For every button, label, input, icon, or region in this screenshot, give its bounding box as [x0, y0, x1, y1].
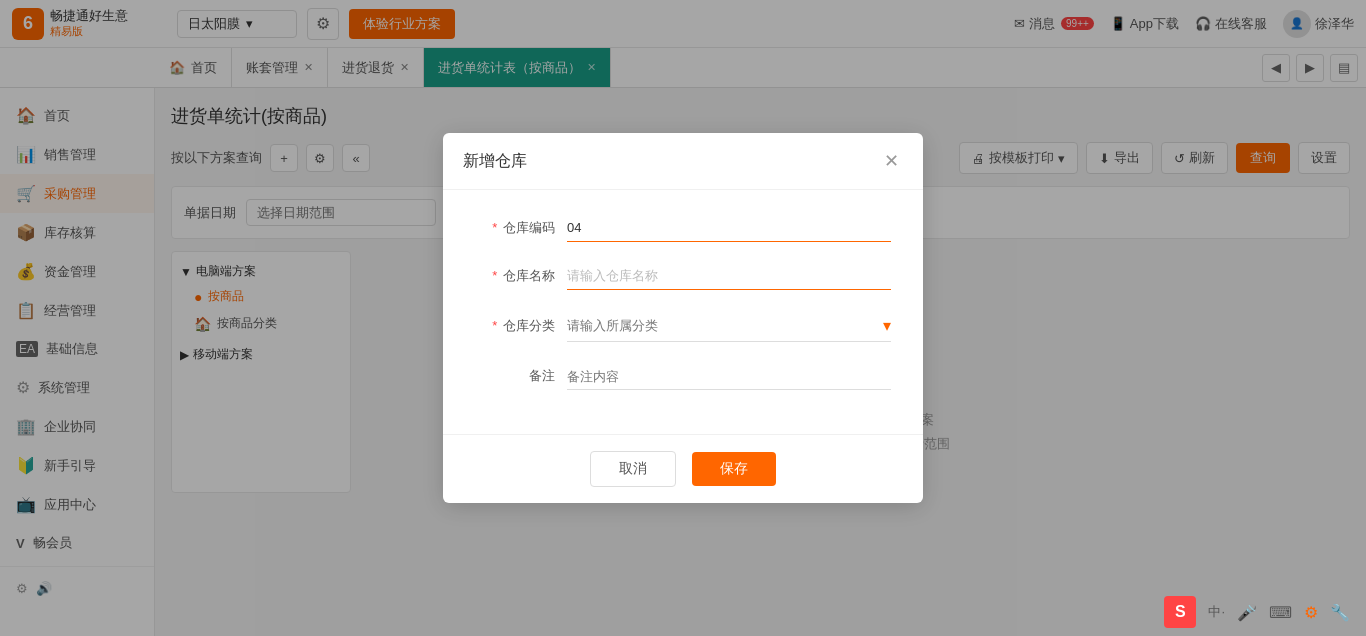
new-warehouse-modal: 新增仓库 ✕ * 仓库编码 * 仓库名称: [443, 133, 923, 503]
zh-button[interactable]: 中·: [1208, 603, 1225, 621]
name-field-row: * 仓库名称: [475, 262, 891, 290]
remark-label: 备注: [475, 367, 555, 385]
required-star-3: *: [492, 318, 497, 333]
bottom-bar: S 中· 🎤 ⌨ ⚙ 🔧: [1148, 588, 1366, 636]
warehouse-code-input[interactable]: [567, 214, 891, 242]
code-label: * 仓库编码: [475, 219, 555, 237]
modal-header: 新增仓库 ✕: [443, 133, 923, 190]
modal-overlay[interactable]: 新增仓库 ✕ * 仓库编码 * 仓库名称: [0, 0, 1366, 636]
warehouse-name-input[interactable]: [567, 262, 891, 290]
category-select-wrap[interactable]: ▾: [567, 310, 891, 342]
category-label: * 仓库分类: [475, 317, 555, 335]
name-label: * 仓库名称: [475, 267, 555, 285]
remark-textarea[interactable]: [567, 362, 891, 390]
dropdown-arrow-icon: ▾: [883, 316, 891, 335]
modal-footer: 取消 保存: [443, 434, 923, 503]
modal-close-button[interactable]: ✕: [879, 149, 903, 173]
cancel-button[interactable]: 取消: [590, 451, 676, 487]
settings-icon[interactable]: ⚙: [1304, 603, 1318, 622]
modal-body: * 仓库编码 * 仓库名称 * 仓库分类: [443, 190, 923, 434]
save-button[interactable]: 保存: [692, 452, 776, 486]
required-star-2: *: [492, 268, 497, 283]
keyboard-icon[interactable]: ⌨: [1269, 603, 1292, 622]
modal-title: 新增仓库: [463, 151, 527, 172]
code-field-row: * 仓库编码: [475, 214, 891, 242]
required-star: *: [492, 220, 497, 235]
remark-field-row: 备注: [475, 362, 891, 390]
tools-icon[interactable]: 🔧: [1330, 603, 1350, 622]
category-field-row: * 仓库分类 ▾: [475, 310, 891, 342]
mic-icon[interactable]: 🎤: [1237, 603, 1257, 622]
category-input[interactable]: [567, 318, 883, 333]
s-logo-icon: S: [1164, 596, 1196, 628]
